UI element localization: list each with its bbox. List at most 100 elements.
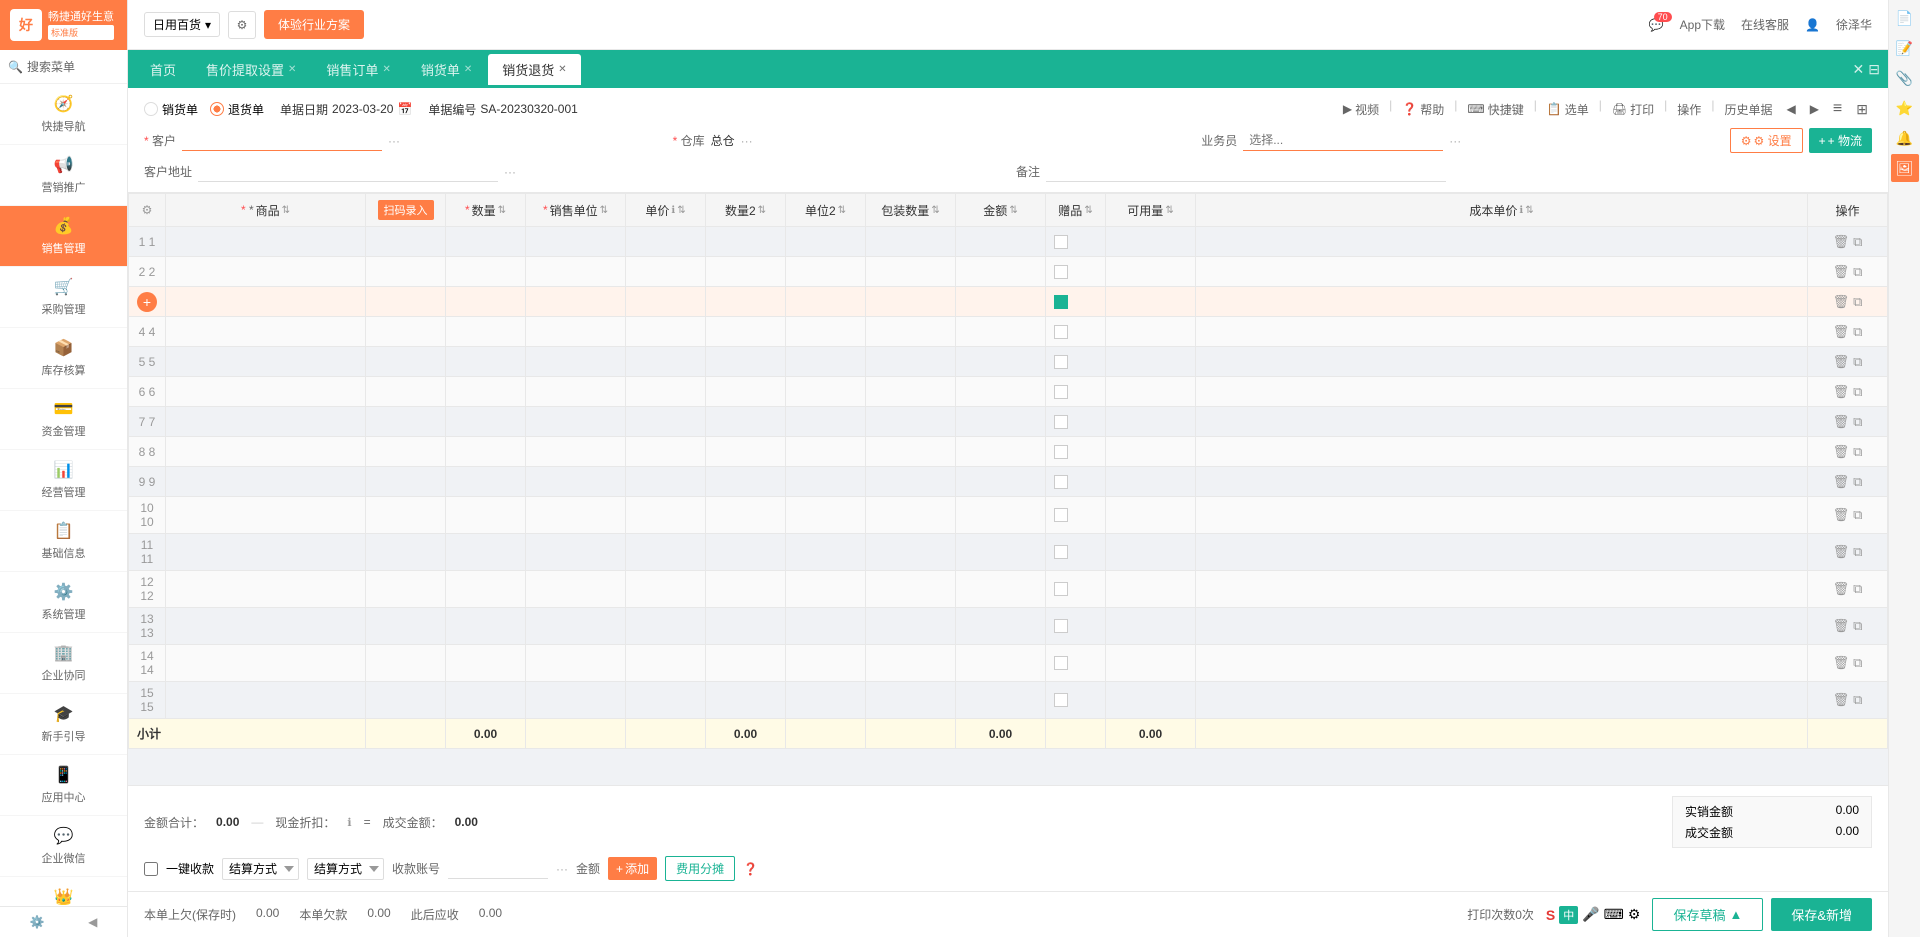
tab-sales-order-close[interactable]: ✕	[382, 64, 390, 75]
sort-amount-icon[interactable]: ⇅	[1009, 205, 1017, 216]
qty-cell-9[interactable]	[446, 467, 526, 497]
shortcut-btn[interactable]: ⌨ 快捷键	[1463, 98, 1527, 120]
unit2-cell-7[interactable]	[786, 407, 866, 437]
product-cell-12[interactable]	[166, 571, 366, 608]
tab-sales-delivery-close[interactable]: ✕	[464, 64, 472, 75]
product-cell-4[interactable]	[166, 317, 366, 347]
sidebar-item-finance[interactable]: 💳 资金管理	[0, 389, 127, 450]
price-cell-6[interactable]	[626, 377, 706, 407]
gift-checkbox-12[interactable]	[1054, 582, 1068, 596]
amount-cell-12[interactable]	[956, 571, 1046, 608]
gift-checkbox-14[interactable]	[1054, 656, 1068, 670]
qty-cell-8[interactable]	[446, 437, 526, 467]
costprice-cell-11[interactable]	[1196, 534, 1808, 571]
packqty-cell-5[interactable]	[866, 347, 956, 377]
help-btn[interactable]: ❓ 帮助	[1398, 98, 1448, 120]
qty-cell-14[interactable]	[446, 645, 526, 682]
right-panel-attach-icon[interactable]: 📎	[1891, 64, 1919, 92]
unit-cell-14[interactable]	[526, 645, 626, 682]
remark-input[interactable]	[1046, 161, 1446, 182]
tab-menu[interactable]: ⊟	[1868, 61, 1880, 78]
qty-cell-7[interactable]	[446, 407, 526, 437]
nav-next-btn[interactable]: ▶	[1806, 98, 1823, 120]
sidebar-item-sales[interactable]: 💰 销售管理	[0, 206, 127, 267]
amount-cell-2[interactable]	[956, 257, 1046, 287]
unit2-cell-1[interactable]	[786, 227, 866, 257]
product-cell-1[interactable]	[166, 227, 366, 257]
qty-cell-12[interactable]	[446, 571, 526, 608]
tab-price-settings[interactable]: 售价提取设置 ✕	[192, 54, 310, 85]
address-dots[interactable]: ···	[504, 165, 516, 179]
copy-icon-4[interactable]: ⧉	[1853, 324, 1862, 340]
price-help-icon[interactable]: ℹ	[671, 205, 675, 216]
price-cell-13[interactable]	[626, 608, 706, 645]
product-cell-8[interactable]	[166, 437, 366, 467]
price-cell-3[interactable]	[626, 287, 706, 317]
tab-sales-return-close[interactable]: ✕	[558, 64, 566, 75]
sort-unit2-icon[interactable]: ⇅	[838, 205, 846, 216]
available-cell-5[interactable]	[1106, 347, 1196, 377]
tab-price-settings-close[interactable]: ✕	[288, 64, 296, 75]
gift-checkbox-13[interactable]	[1054, 619, 1068, 633]
available-cell-3[interactable]	[1106, 287, 1196, 317]
unit2-cell-15[interactable]	[786, 682, 866, 719]
calendar-icon[interactable]: 📅	[397, 102, 412, 116]
costprice-cell-6[interactable]	[1196, 377, 1808, 407]
product-cell-15[interactable]	[166, 682, 366, 719]
fee-help-icon[interactable]: ❓	[743, 862, 758, 876]
unit2-cell-4[interactable]	[786, 317, 866, 347]
costprice-cell-14[interactable]	[1196, 645, 1808, 682]
copy-icon-5[interactable]: ⧉	[1853, 354, 1862, 370]
tab-sales-delivery[interactable]: 销货单 ✕	[407, 54, 486, 85]
right-panel-bell-icon[interactable]: 🔔	[1891, 124, 1919, 152]
sort-qty-icon[interactable]: ⇅	[498, 205, 506, 216]
settings-form-btn[interactable]: ⚙ ⚙ 设置	[1730, 128, 1803, 153]
sidebar-item-quick-nav[interactable]: 🧭 快捷导航	[0, 84, 127, 145]
gift-checkbox-1[interactable]	[1054, 235, 1068, 249]
unit2-cell-11[interactable]	[786, 534, 866, 571]
qty-cell-6[interactable]	[446, 377, 526, 407]
product-cell-3[interactable]	[166, 287, 366, 317]
qty-cell-4[interactable]	[446, 317, 526, 347]
costprice-cell-12[interactable]	[1196, 571, 1808, 608]
delete-icon-10[interactable]: 🗑	[1833, 507, 1850, 523]
view-list-btn[interactable]: ≡	[1829, 98, 1846, 120]
delete-icon-1[interactable]: 🗑	[1833, 234, 1850, 250]
delete-icon-3[interactable]: 🗑	[1833, 294, 1850, 310]
gift-checkbox-7[interactable]	[1054, 415, 1068, 429]
copy-icon-13[interactable]: ⧉	[1853, 618, 1862, 634]
gift-cell-10[interactable]	[1046, 497, 1106, 534]
delete-icon-5[interactable]: 🗑	[1833, 354, 1850, 370]
docno-value[interactable]: SA-20230320-001	[480, 102, 577, 116]
gift-cell-1[interactable]	[1046, 227, 1106, 257]
price-cell-2[interactable]	[626, 257, 706, 287]
app-download-link[interactable]: App下载	[1680, 16, 1725, 33]
available-cell-4[interactable]	[1106, 317, 1196, 347]
qty2-cell-7[interactable]	[706, 407, 786, 437]
online-service-link[interactable]: 在线客服	[1741, 16, 1789, 33]
unit-cell-15[interactable]	[526, 682, 626, 719]
packqty-cell-7[interactable]	[866, 407, 956, 437]
radio-delivery[interactable]	[144, 102, 158, 116]
unit-cell-12[interactable]	[526, 571, 626, 608]
sidebar-item-appstore[interactable]: 📱 应用中心	[0, 755, 127, 816]
write-off-method-select[interactable]: 结算方式	[307, 858, 384, 880]
available-cell-2[interactable]	[1106, 257, 1196, 287]
gift-checkbox-11[interactable]	[1054, 545, 1068, 559]
costprice-cell-7[interactable]	[1196, 407, 1808, 437]
operate-btn[interactable]: 操作	[1673, 98, 1705, 120]
message-icon[interactable]: 💬 70	[1649, 18, 1664, 32]
unit-cell-4[interactable]	[526, 317, 626, 347]
sidebar-item-wechat[interactable]: 💬 企业微信	[0, 816, 127, 877]
amount-cell-10[interactable]	[956, 497, 1046, 534]
type-return[interactable]: 退货单	[210, 101, 264, 118]
costprice-cell-3[interactable]	[1196, 287, 1808, 317]
right-panel-star-icon[interactable]: ⭐	[1891, 94, 1919, 122]
product-cell-7[interactable]	[166, 407, 366, 437]
price-cell-5[interactable]	[626, 347, 706, 377]
packqty-cell-1[interactable]	[866, 227, 956, 257]
sidebar-item-inventory[interactable]: 📦 库存核算	[0, 328, 127, 389]
unit2-cell-12[interactable]	[786, 571, 866, 608]
gift-cell-3[interactable]	[1046, 287, 1106, 317]
ime-icon-keyboard[interactable]: ⌨	[1604, 906, 1624, 923]
